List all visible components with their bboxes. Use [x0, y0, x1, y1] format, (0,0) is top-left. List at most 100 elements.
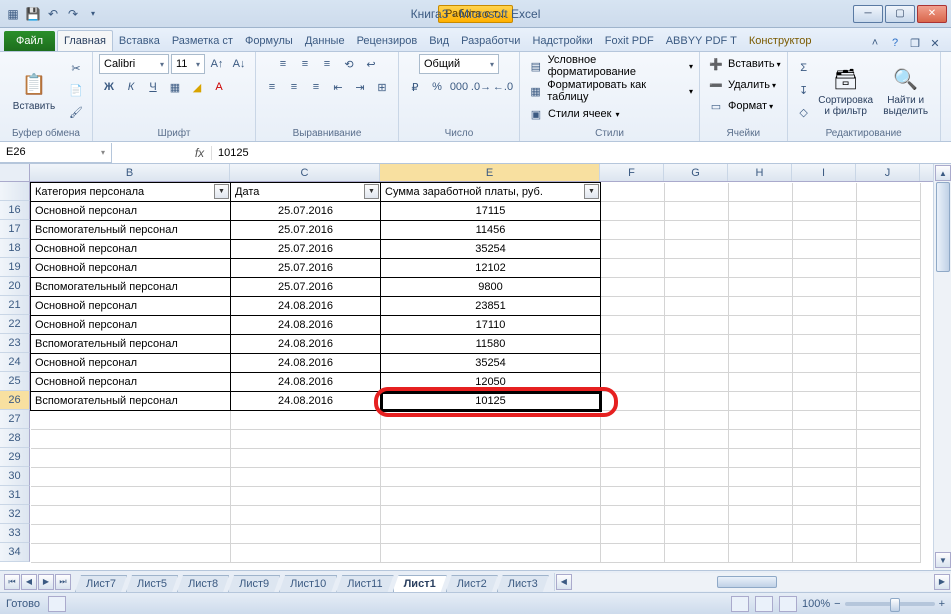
align-top-icon[interactable]: ≡ [273, 54, 293, 74]
cell-empty[interactable] [601, 430, 665, 449]
col-header-G[interactable]: G [664, 164, 728, 181]
row-header-27[interactable]: 27 [0, 410, 30, 429]
cell-empty[interactable] [793, 221, 857, 240]
qat-more-icon[interactable]: ▾ [84, 5, 102, 23]
format-button[interactable]: ▭Формат▾ [706, 96, 773, 116]
cell-empty[interactable] [793, 487, 857, 506]
cell-category[interactable]: Вспомогательный персонал [31, 278, 231, 297]
row-header-34[interactable]: 34 [0, 543, 30, 562]
cell-empty[interactable] [857, 506, 921, 525]
cell-empty[interactable] [601, 487, 665, 506]
cell-empty[interactable] [793, 506, 857, 525]
cell-empty[interactable] [729, 525, 793, 544]
inner-close-icon[interactable]: ✕ [927, 35, 943, 51]
cell-empty[interactable] [793, 544, 857, 563]
tab-Формулы[interactable]: Формулы [239, 31, 299, 51]
cell-sum[interactable]: 11580 [381, 335, 601, 354]
col-header-H[interactable]: H [728, 164, 792, 181]
cell-styles-button[interactable]: ▣Стили ячеек▾ [526, 104, 620, 124]
cell-empty[interactable] [665, 297, 729, 316]
cell-empty[interactable] [665, 449, 729, 468]
cell-empty[interactable] [665, 430, 729, 449]
cell-empty[interactable] [601, 240, 665, 259]
cell-date[interactable]: 25.07.2016 [231, 202, 381, 221]
comma-icon[interactable]: 000 [449, 77, 469, 97]
cell-empty[interactable] [381, 525, 601, 544]
sheet-tab-Лист1[interactable]: Лист1 [393, 575, 447, 592]
cell-empty[interactable] [381, 506, 601, 525]
cell-empty[interactable] [31, 525, 231, 544]
cell-empty[interactable] [381, 468, 601, 487]
col-header-E[interactable]: E [380, 164, 600, 181]
scroll-up-icon[interactable]: ▲ [935, 165, 951, 181]
row-header-30[interactable]: 30 [0, 467, 30, 486]
cell-empty[interactable] [729, 335, 793, 354]
cell-empty[interactable] [601, 468, 665, 487]
cell-empty[interactable] [793, 297, 857, 316]
cell-empty[interactable] [381, 487, 601, 506]
table-header-E[interactable]: Сумма заработной платы, руб.▼ [381, 183, 601, 202]
cell-empty[interactable] [857, 316, 921, 335]
cell-empty[interactable] [601, 373, 665, 392]
cell-empty[interactable] [793, 202, 857, 221]
col-header-J[interactable]: J [856, 164, 920, 181]
underline-button[interactable]: Ч [143, 77, 163, 97]
cell-empty[interactable] [857, 487, 921, 506]
scroll-down-icon[interactable]: ▼ [935, 552, 951, 568]
col-header-I[interactable]: I [792, 164, 856, 181]
inc-decimal-icon[interactable]: .0→ [471, 77, 491, 97]
row-header-24[interactable]: 24 [0, 353, 30, 372]
cell-empty[interactable] [31, 430, 231, 449]
format-painter-icon[interactable]: 🖌 [66, 102, 86, 122]
filter-arrow-icon[interactable]: ▼ [214, 184, 229, 199]
cell-sum[interactable]: 10125 [381, 392, 601, 411]
cell-date[interactable]: 24.08.2016 [231, 354, 381, 373]
cell-empty[interactable] [857, 392, 921, 411]
cell-empty[interactable] [729, 449, 793, 468]
autosum-icon[interactable]: Σ [794, 58, 814, 78]
cut-icon[interactable]: ✂ [66, 58, 86, 78]
find-select-button[interactable]: 🔍 Найти и выделить [878, 61, 934, 119]
minimize-button[interactable]: ─ [853, 5, 883, 23]
filter-arrow-icon[interactable]: ▼ [364, 184, 379, 199]
vertical-scrollbar[interactable]: ▲ ▼ [933, 164, 951, 570]
cell-empty[interactable] [601, 449, 665, 468]
cell-empty[interactable] [601, 506, 665, 525]
cell-empty[interactable] [381, 544, 601, 563]
paste-button[interactable]: 📋 Вставить [6, 67, 62, 114]
table-header-B[interactable]: Категория персонала▼ [31, 183, 231, 202]
sheet-tab-Лист2[interactable]: Лист2 [446, 575, 498, 592]
cell-sum[interactable]: 17115 [381, 202, 601, 221]
cell-empty[interactable] [665, 525, 729, 544]
cell-empty[interactable] [857, 544, 921, 563]
cell-category[interactable]: Основной персонал [31, 354, 231, 373]
tab-ABBYY PDF T[interactable]: ABBYY PDF T [660, 31, 743, 51]
row-header-17[interactable]: 17 [0, 220, 30, 239]
tab-Данные[interactable]: Данные [299, 31, 351, 51]
cell-empty[interactable] [381, 411, 601, 430]
clear-icon[interactable]: ◇ [794, 102, 814, 122]
cell-date[interactable]: 24.08.2016 [231, 297, 381, 316]
cell-empty[interactable] [793, 525, 857, 544]
cell-empty[interactable] [857, 373, 921, 392]
zoom-in-icon[interactable]: + [939, 598, 945, 610]
tab-tools-design[interactable]: Конструктор [743, 31, 818, 51]
cell-empty[interactable] [729, 487, 793, 506]
bold-button[interactable]: Ж [99, 77, 119, 97]
cell-empty[interactable] [665, 259, 729, 278]
delete-button[interactable]: ➖Удалить▾ [706, 75, 776, 95]
cell-empty[interactable] [793, 373, 857, 392]
cell-empty[interactable] [793, 392, 857, 411]
cell-empty[interactable] [857, 430, 921, 449]
format-as-table-button[interactable]: ▦Форматировать как таблицу▾ [526, 79, 693, 103]
cell-empty[interactable] [601, 259, 665, 278]
horizontal-scrollbar[interactable]: ◀ ▶ [554, 573, 951, 591]
formula-input[interactable]: 10125 [212, 147, 951, 159]
col-header-F[interactable]: F [600, 164, 664, 181]
scroll-right-icon[interactable]: ▶ [934, 574, 950, 590]
cell-empty[interactable] [31, 468, 231, 487]
cell-empty[interactable] [793, 430, 857, 449]
font-name-combo[interactable]: Calibri [99, 54, 169, 74]
tab-Разметка ст[interactable]: Разметка ст [166, 31, 239, 51]
cell-empty[interactable] [729, 354, 793, 373]
